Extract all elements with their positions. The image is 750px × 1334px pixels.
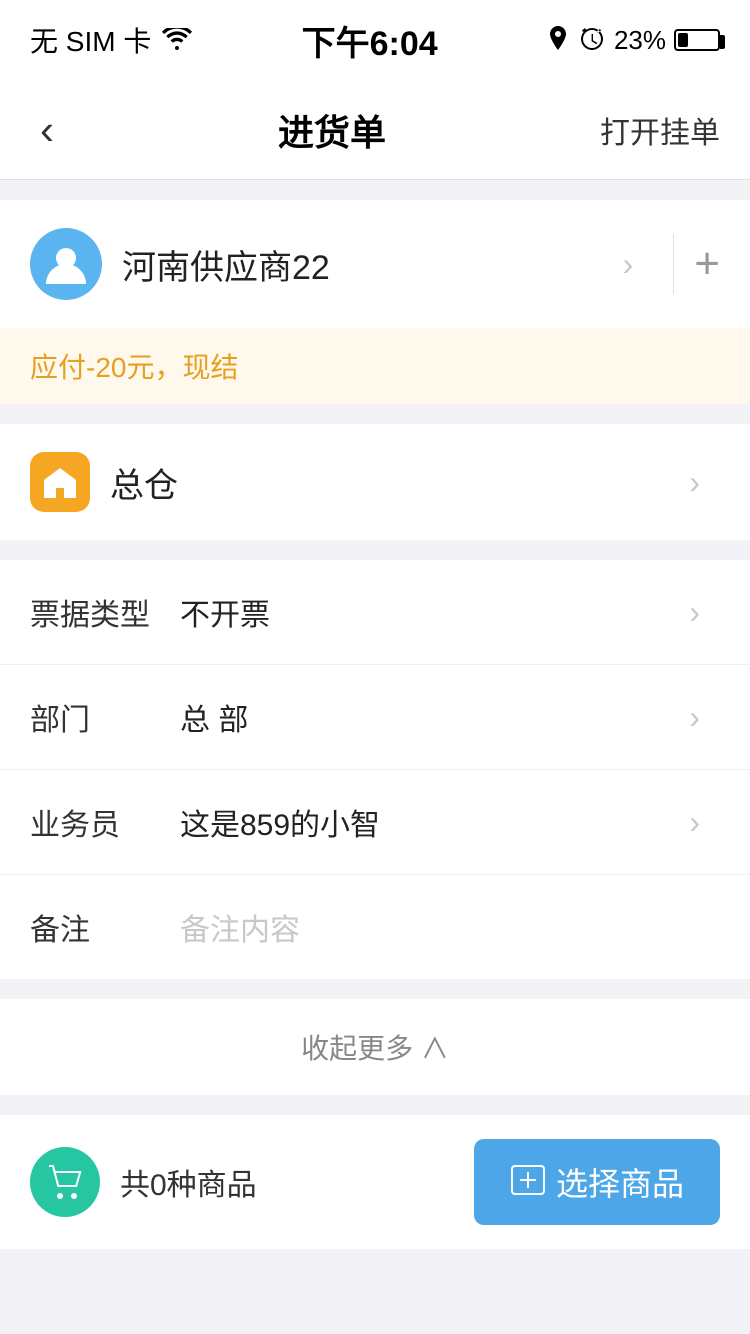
invoice-label: 票据类型 — [30, 590, 170, 634]
status-time: 下午6:04 — [302, 16, 438, 65]
collapse-row[interactable]: 收起更多 ∧ — [0, 999, 750, 1095]
dept-chevron: › — [689, 699, 700, 736]
product-count: 共0种商品 — [120, 1160, 454, 1204]
warehouse-section: 总仓 › — [0, 424, 750, 540]
status-bar: 无 SIM 卡 下午6:04 23% — [0, 0, 750, 80]
remark-input[interactable]: 备注内容 — [170, 905, 720, 949]
supplier-section: 河南供应商22 › + 应付-20元，现结 — [0, 200, 750, 404]
select-product-label: 选择商品 — [556, 1159, 684, 1205]
remark-label: 备注 — [30, 905, 170, 949]
status-carrier: 无 SIM 卡 — [30, 20, 193, 60]
cart-icon-wrap — [30, 1147, 100, 1217]
supplier-row[interactable]: 河南供应商22 › + — [0, 200, 750, 328]
supplier-chevron: › — [623, 246, 634, 283]
back-button[interactable]: ‹ — [30, 96, 64, 164]
nav-bar: ‹ 进货单 打开挂单 — [0, 80, 750, 180]
cart-icon — [45, 1162, 85, 1202]
supplier-name: 河南供应商22 — [122, 240, 623, 289]
carrier-text: 无 SIM 卡 — [30, 20, 151, 60]
form-section: 票据类型 不开票 › 部门 总 部 › 业务员 这是859的小智 › 备注 备注… — [0, 560, 750, 979]
warehouse-row[interactable]: 总仓 › — [0, 424, 750, 540]
sales-value: 这是859的小智 — [170, 800, 689, 844]
invoice-row[interactable]: 票据类型 不开票 › — [0, 560, 750, 665]
battery-icon — [674, 29, 720, 51]
warehouse-icon-wrap — [30, 452, 90, 512]
notice-bar: 应付-20元，现结 — [0, 328, 750, 404]
open-pending-button[interactable]: 打开挂单 — [600, 108, 720, 152]
add-button[interactable]: + — [694, 242, 720, 286]
person-icon — [44, 242, 88, 286]
collapse-label: 收起更多 ∧ — [301, 1027, 449, 1067]
dept-value: 总 部 — [170, 695, 689, 739]
location-icon — [546, 26, 570, 54]
alarm-icon — [578, 26, 606, 54]
warehouse-name: 总仓 — [110, 458, 689, 507]
warehouse-chevron: › — [689, 464, 700, 501]
sales-row[interactable]: 业务员 这是859的小智 › — [0, 770, 750, 875]
select-product-icon — [510, 1164, 546, 1200]
remark-row[interactable]: 备注 备注内容 — [0, 875, 750, 979]
bottom-bar: 共0种商品 选择商品 — [0, 1115, 750, 1249]
select-product-button[interactable]: 选择商品 — [474, 1139, 720, 1225]
vertical-divider — [673, 234, 674, 294]
supplier-avatar — [30, 228, 102, 300]
sales-chevron: › — [689, 804, 700, 841]
dept-label: 部门 — [30, 695, 170, 739]
home-icon — [42, 464, 78, 500]
invoice-value: 不开票 — [170, 590, 689, 634]
wifi-icon — [161, 28, 193, 52]
page-title: 进货单 — [278, 104, 386, 156]
battery-percentage: 23% — [614, 25, 666, 56]
status-indicators: 23% — [546, 25, 720, 56]
invoice-chevron: › — [689, 594, 700, 631]
sales-label: 业务员 — [30, 800, 170, 844]
top-divider — [0, 180, 750, 200]
dept-row[interactable]: 部门 总 部 › — [0, 665, 750, 770]
notice-text: 应付-20元，现结 — [30, 352, 238, 383]
